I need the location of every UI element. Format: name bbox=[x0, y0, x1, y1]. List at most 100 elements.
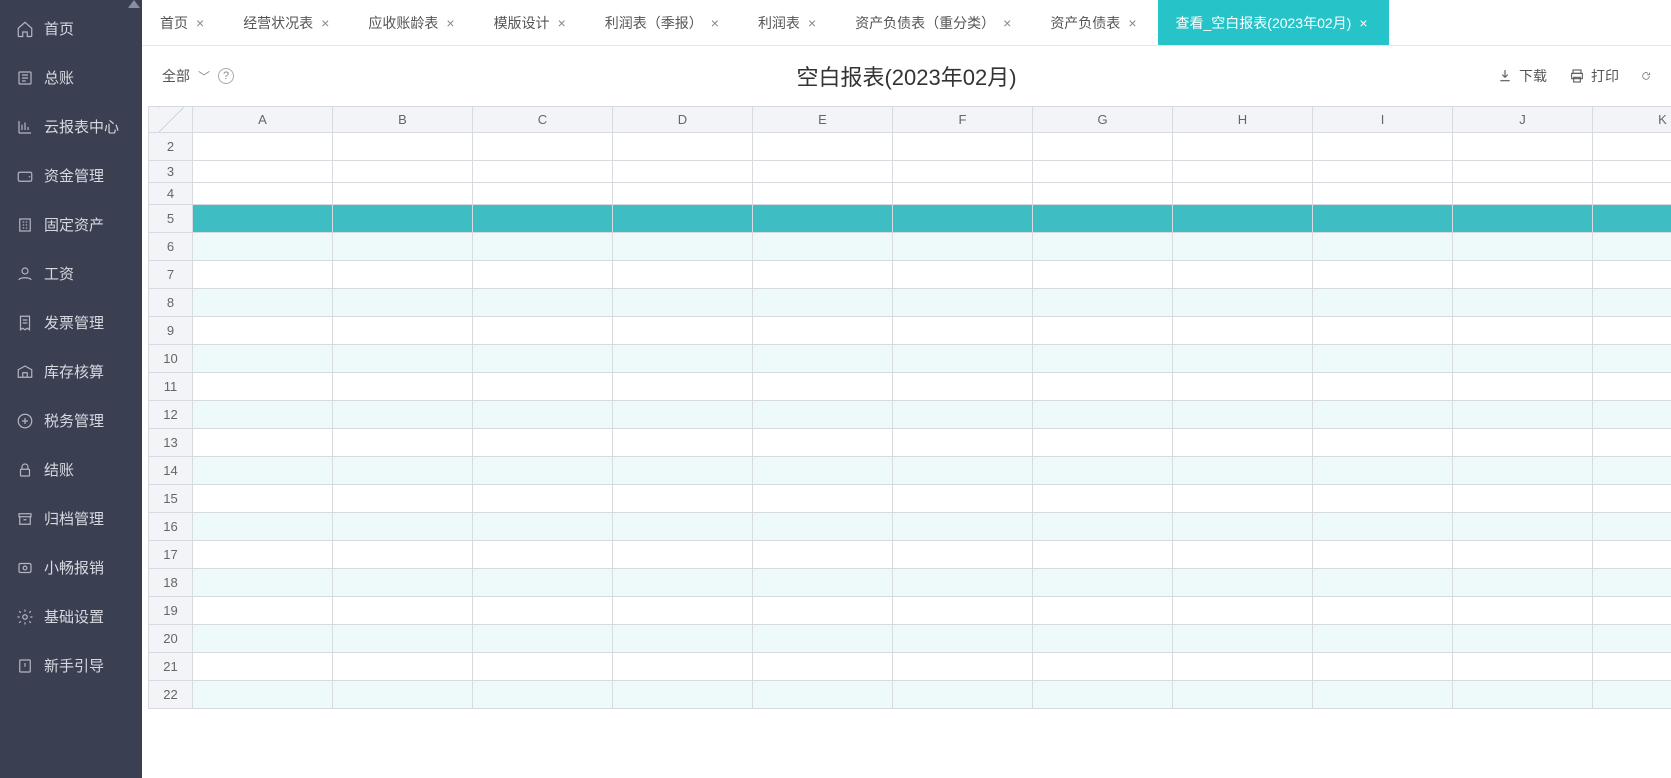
col-header[interactable]: E bbox=[753, 107, 893, 133]
col-header[interactable]: C bbox=[473, 107, 613, 133]
cell[interactable] bbox=[1313, 317, 1453, 345]
cell[interactable] bbox=[193, 429, 333, 457]
cell[interactable] bbox=[1173, 233, 1313, 261]
cell[interactable] bbox=[613, 681, 753, 709]
cell[interactable] bbox=[1593, 261, 1671, 289]
cell[interactable] bbox=[1593, 569, 1671, 597]
sidebar-item-general-ledger[interactable]: 总账 bbox=[0, 53, 142, 102]
cell[interactable] bbox=[333, 317, 473, 345]
cell[interactable] bbox=[333, 485, 473, 513]
cell[interactable] bbox=[1173, 133, 1313, 161]
cell[interactable] bbox=[333, 653, 473, 681]
filter-dropdown[interactable]: 全部 ﹀ ? bbox=[162, 66, 234, 86]
cell[interactable] bbox=[333, 625, 473, 653]
tab-balance-reclass[interactable]: 资产负债表（重分类） × bbox=[837, 0, 1032, 45]
cell[interactable] bbox=[193, 513, 333, 541]
cell[interactable] bbox=[193, 597, 333, 625]
cell[interactable] bbox=[473, 161, 613, 183]
tab-template-design[interactable]: 模版设计 × bbox=[476, 0, 587, 45]
sidebar-item-invoice[interactable]: 发票管理 bbox=[0, 298, 142, 347]
cell[interactable] bbox=[1173, 541, 1313, 569]
row-header[interactable]: 10 bbox=[149, 345, 193, 373]
col-header[interactable]: B bbox=[333, 107, 473, 133]
cell[interactable] bbox=[193, 233, 333, 261]
cell[interactable] bbox=[1593, 317, 1671, 345]
cell[interactable] bbox=[1453, 289, 1593, 317]
cell[interactable] bbox=[1173, 681, 1313, 709]
cell[interactable] bbox=[1593, 653, 1671, 681]
cell[interactable] bbox=[753, 597, 893, 625]
cell[interactable] bbox=[893, 485, 1033, 513]
cell[interactable] bbox=[1453, 681, 1593, 709]
cell[interactable] bbox=[193, 133, 333, 161]
cell[interactable] bbox=[473, 401, 613, 429]
cell[interactable] bbox=[1033, 345, 1173, 373]
tab-profit-quarterly[interactable]: 利润表（季报） × bbox=[587, 0, 740, 45]
cell[interactable] bbox=[1033, 133, 1173, 161]
cell[interactable] bbox=[1593, 681, 1671, 709]
cell[interactable] bbox=[1593, 597, 1671, 625]
sidebar-item-archive[interactable]: 归档管理 bbox=[0, 494, 142, 543]
cell[interactable] bbox=[1173, 345, 1313, 373]
cell[interactable] bbox=[1593, 233, 1671, 261]
cell[interactable] bbox=[1453, 205, 1593, 233]
cell[interactable] bbox=[473, 233, 613, 261]
cell[interactable] bbox=[753, 401, 893, 429]
cell[interactable] bbox=[1313, 485, 1453, 513]
cell[interactable] bbox=[753, 513, 893, 541]
cell[interactable] bbox=[1593, 133, 1671, 161]
cell[interactable] bbox=[1453, 183, 1593, 205]
cell[interactable] bbox=[333, 681, 473, 709]
sidebar-item-funds[interactable]: 资金管理 bbox=[0, 151, 142, 200]
cell[interactable] bbox=[1593, 289, 1671, 317]
tab-balance[interactable]: 资产负债表 × bbox=[1032, 0, 1157, 45]
cell[interactable] bbox=[333, 261, 473, 289]
cell[interactable] bbox=[1033, 261, 1173, 289]
cell[interactable] bbox=[1173, 205, 1313, 233]
row-header[interactable]: 16 bbox=[149, 513, 193, 541]
col-header[interactable]: I bbox=[1313, 107, 1453, 133]
cell[interactable] bbox=[473, 183, 613, 205]
cell[interactable] bbox=[1593, 485, 1671, 513]
cell[interactable] bbox=[333, 133, 473, 161]
cell[interactable] bbox=[1453, 429, 1593, 457]
cell[interactable] bbox=[333, 183, 473, 205]
cell[interactable] bbox=[1593, 161, 1671, 183]
cell[interactable] bbox=[1313, 569, 1453, 597]
cell[interactable] bbox=[753, 345, 893, 373]
sidebar-item-salary[interactable]: 工资 bbox=[0, 249, 142, 298]
cell[interactable] bbox=[1593, 457, 1671, 485]
cell[interactable] bbox=[1313, 625, 1453, 653]
cell[interactable] bbox=[613, 541, 753, 569]
cell[interactable] bbox=[333, 597, 473, 625]
tab-business-status[interactable]: 经营状况表 × bbox=[225, 0, 350, 45]
cell[interactable] bbox=[893, 541, 1033, 569]
cell[interactable] bbox=[1453, 485, 1593, 513]
cell[interactable] bbox=[613, 161, 753, 183]
cell[interactable] bbox=[893, 183, 1033, 205]
cell[interactable] bbox=[473, 345, 613, 373]
cell[interactable] bbox=[1033, 183, 1173, 205]
cell[interactable] bbox=[1173, 401, 1313, 429]
cell[interactable] bbox=[613, 569, 753, 597]
cell[interactable] bbox=[1593, 205, 1671, 233]
cell[interactable] bbox=[1033, 161, 1173, 183]
cell[interactable] bbox=[1173, 569, 1313, 597]
cell[interactable] bbox=[753, 681, 893, 709]
cell[interactable] bbox=[473, 261, 613, 289]
cell[interactable] bbox=[753, 205, 893, 233]
cell[interactable] bbox=[1593, 183, 1671, 205]
cell[interactable] bbox=[1033, 541, 1173, 569]
cell[interactable] bbox=[1033, 653, 1173, 681]
help-icon[interactable]: ? bbox=[218, 68, 234, 84]
cell[interactable] bbox=[753, 625, 893, 653]
cell[interactable] bbox=[1453, 653, 1593, 681]
cell[interactable] bbox=[1173, 289, 1313, 317]
cell[interactable] bbox=[1593, 541, 1671, 569]
row-header[interactable]: 20 bbox=[149, 625, 193, 653]
tab-home[interactable]: 首页 × bbox=[142, 0, 225, 45]
row-header[interactable]: 2 bbox=[149, 133, 193, 161]
cell[interactable] bbox=[1033, 485, 1173, 513]
select-all-corner[interactable] bbox=[149, 107, 193, 133]
cell[interactable] bbox=[1173, 653, 1313, 681]
